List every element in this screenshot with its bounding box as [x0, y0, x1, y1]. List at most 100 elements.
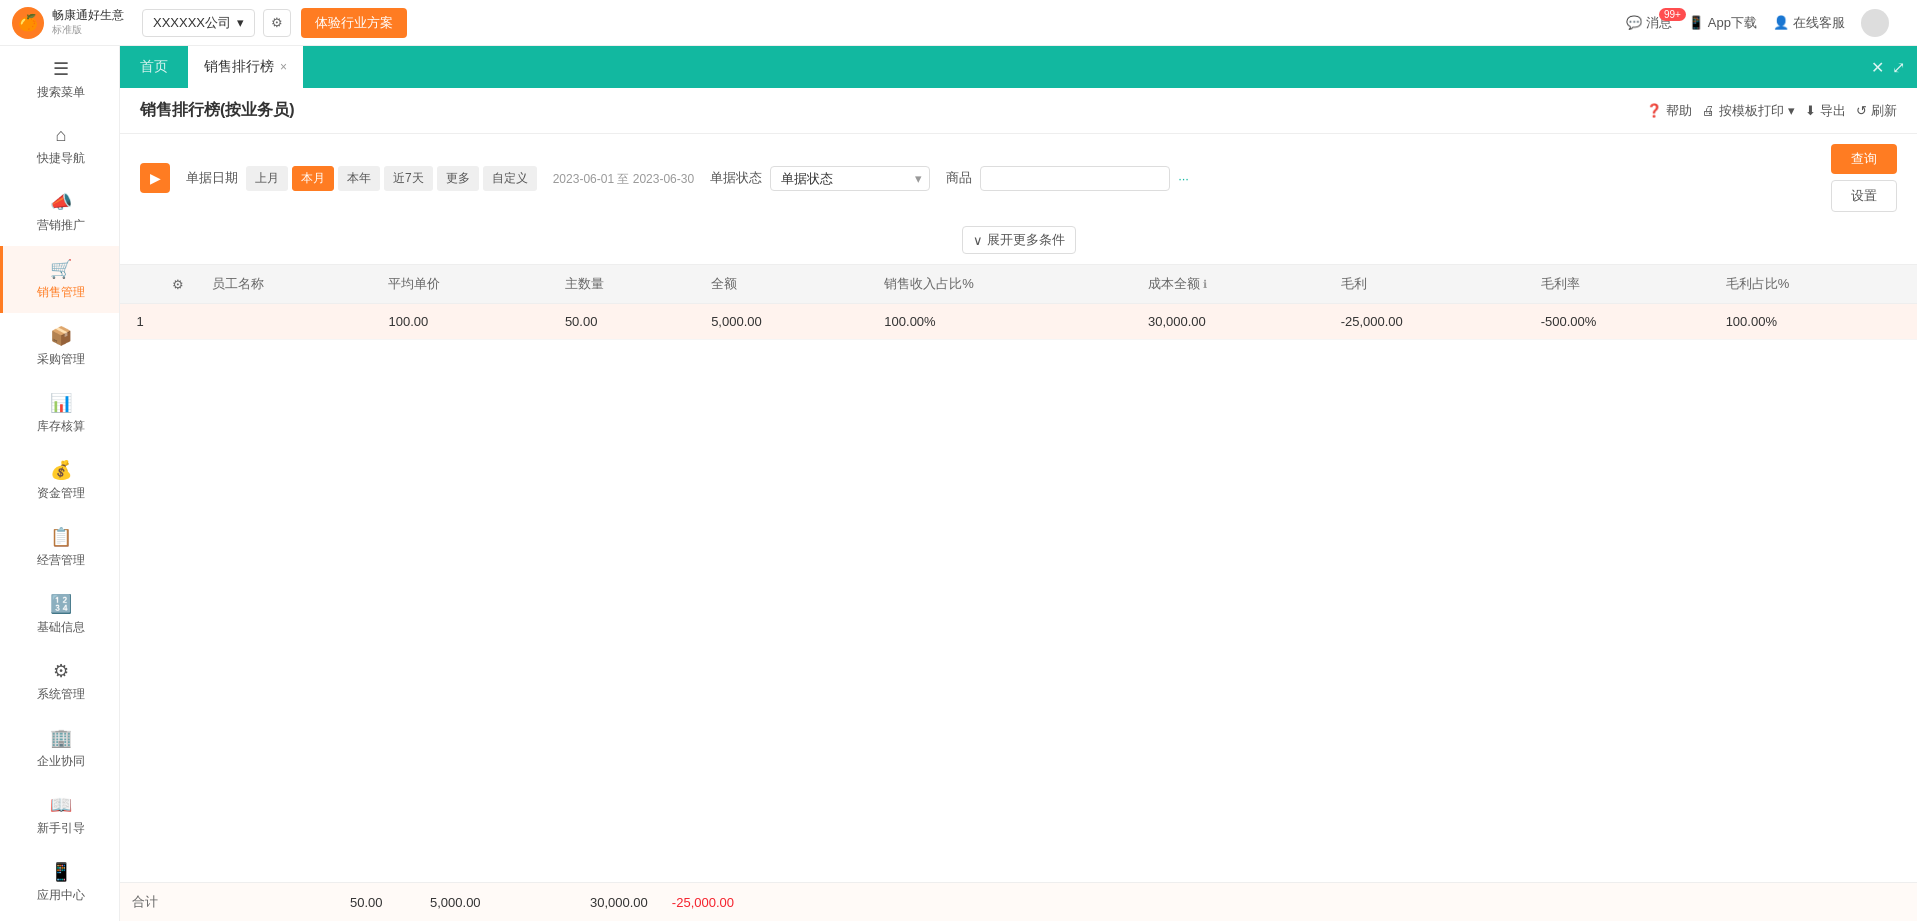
service-label: 在线客服	[1793, 14, 1845, 32]
more-filters-button[interactable]: ···	[1178, 171, 1189, 186]
app-download-button[interactable]: 📱 App下载	[1688, 14, 1757, 32]
sidebar-label-inventory: 库存核算	[37, 418, 85, 435]
cell-gross-rate: -500.00%	[1529, 304, 1714, 340]
sidebar-item-system[interactable]: ⚙ 系统管理	[0, 648, 119, 715]
goods-input[interactable]	[980, 166, 1170, 191]
print-button[interactable]: 🖨 按模板打印 ▾	[1702, 102, 1795, 120]
inventory-icon: 📊	[50, 392, 72, 414]
page-header: 销售排行榜(按业务员) ❓ 帮助 🖨 按模板打印 ▾ ⬇ 导出	[120, 88, 1917, 134]
tab-bar: 首页 销售排行榜 × ✕ ⤢	[120, 46, 1917, 88]
sidebar-item-sales[interactable]: 🛒 销售管理	[0, 246, 119, 313]
goods-filter-group: 商品 ···	[946, 166, 1189, 191]
sidebar-item-marketing[interactable]: 📣 营销推广	[0, 179, 119, 246]
filter-row-1: ▶ 单据日期 上月 本月 本年 近7天 更多 自定义	[140, 144, 1897, 212]
main-layout: ☰ 搜索菜单 ⌂ 快捷导航 📣 营销推广 🛒 销售管理 📦 采购管理 📊 库存核…	[0, 46, 1917, 921]
date-btn-custom[interactable]: 自定义	[483, 166, 537, 191]
date-btn-more[interactable]: 更多	[437, 166, 479, 191]
cell-gross-pct: 100.00%	[1714, 304, 1917, 340]
table-row: 1 100.00 50.00 5,000.00 100.00% 30,000.0…	[120, 304, 1917, 340]
sidebar-item-wechat[interactable]: 💬 企业微信	[0, 916, 119, 921]
chevron-down-icon: ▾	[237, 15, 244, 30]
tab-maximize-button[interactable]: ⤢	[1892, 58, 1905, 77]
sidebar-item-basic-info[interactable]: 🔢 基础信息	[0, 581, 119, 648]
date-range-area: 2023-06-01 至 2023-06-30	[553, 169, 694, 188]
sidebar-item-finance[interactable]: 💰 资金管理	[0, 447, 119, 514]
sidebar-item-purchase[interactable]: 📦 采购管理	[0, 313, 119, 380]
operations-icon: 📋	[50, 526, 72, 548]
app-version: 标准版	[52, 23, 124, 37]
online-service-button[interactable]: 👤 在线客服	[1773, 14, 1845, 32]
sidebar-item-operations[interactable]: 📋 经营管理	[0, 514, 119, 581]
tab-close-window-button[interactable]: ✕	[1871, 58, 1884, 77]
help-label: 帮助	[1666, 102, 1692, 120]
logo-area: 🍊 畅康通好生意 标准版	[12, 7, 132, 39]
col-gross-rate-header: 毛利率	[1529, 265, 1714, 304]
basic-info-icon: 🔢	[50, 593, 72, 615]
avatar[interactable]	[1861, 9, 1889, 37]
guide-icon: 📖	[50, 794, 72, 816]
sidebar-item-app-center[interactable]: 📱 应用中心	[0, 849, 119, 916]
help-button[interactable]: ❓ 帮助	[1646, 102, 1692, 120]
page-content: 销售排行榜(按业务员) ❓ 帮助 🖨 按模板打印 ▾ ⬇ 导出	[120, 88, 1917, 921]
company-name: XXXXXX公司	[153, 14, 231, 32]
expand-more-label: 展开更多条件	[987, 231, 1065, 249]
sidebar-label-enterprise: 企业协同	[37, 753, 85, 770]
col-gross-pct-header: 毛利占比%	[1714, 265, 1917, 304]
query-button[interactable]: 查询	[1831, 144, 1897, 174]
date-btn-this-month[interactable]: 本月	[292, 166, 334, 191]
date-btn-this-year[interactable]: 本年	[338, 166, 380, 191]
purchase-icon: 📦	[50, 325, 72, 347]
sidebar-item-inventory[interactable]: 📊 库存核算	[0, 380, 119, 447]
enterprise-icon: 🏢	[50, 727, 72, 749]
refresh-button[interactable]: ↺ 刷新	[1856, 102, 1897, 120]
message-button[interactable]: 💬 消息 99+	[1626, 14, 1672, 32]
expand-down-icon: ∨	[973, 233, 983, 248]
sidebar-item-guide[interactable]: 📖 新手引导	[0, 782, 119, 849]
footer-total-label: 合计	[132, 893, 158, 911]
search-menu-icon: ☰	[53, 58, 69, 80]
sidebar-item-quick-nav[interactable]: ⌂ 快捷导航	[0, 113, 119, 179]
trial-button[interactable]: 体验行业方案	[301, 8, 407, 38]
message-badge: 99+	[1659, 8, 1686, 21]
cell-name	[200, 304, 376, 340]
table-header-row: ⚙ 员工名称 平均单价 主数量 全额 销售收入占比% 成本全额 ℹ	[120, 265, 1917, 304]
sidebar-item-enterprise[interactable]: 🏢 企业协同	[0, 715, 119, 782]
settings-button[interactable]: 设置	[1831, 180, 1897, 212]
sidebar: ☰ 搜索菜单 ⌂ 快捷导航 📣 营销推广 🛒 销售管理 📦 采购管理 📊 库存核…	[0, 46, 120, 921]
cell-amount: 5,000.00	[699, 304, 872, 340]
date-btn-last-month[interactable]: 上月	[246, 166, 288, 191]
sidebar-item-search-orders[interactable]: ☰ 搜索菜单	[0, 46, 119, 113]
cost-header-wrap: 成本全额 ℹ	[1148, 275, 1207, 293]
sidebar-label-operations: 经营管理	[37, 552, 85, 569]
filter-expand-toggle[interactable]: ▶	[140, 163, 170, 193]
sidebar-label-guide: 新手引导	[37, 820, 85, 837]
sidebar-label-quick-nav: 快捷导航	[37, 150, 85, 167]
print-label: 按模板打印	[1719, 102, 1784, 120]
sidebar-label-finance: 资金管理	[37, 485, 85, 502]
expand-more-row: ∨ 展开更多条件	[140, 218, 1897, 254]
status-filter-group: 单据状态 单据状态	[710, 166, 930, 191]
tab-close-button[interactable]: ×	[280, 60, 287, 74]
export-button[interactable]: ⬇ 导出	[1805, 102, 1846, 120]
home-icon: ⌂	[56, 125, 67, 146]
footer-qty: 50.00	[338, 895, 418, 910]
cell-cost: 30,000.00	[1136, 304, 1329, 340]
table-footer: 合计 50.00 5,000.00 30,000.00 -25,000.00	[120, 882, 1917, 921]
col-avg-price-header: 平均单价	[376, 265, 552, 304]
message-icon: 💬	[1626, 15, 1642, 30]
tab-sales-ranking[interactable]: 销售排行榜 ×	[188, 46, 303, 88]
sidebar-label-search-orders: 搜索菜单	[37, 84, 85, 101]
tab-home[interactable]: 首页	[120, 46, 188, 88]
sidebar-label-system: 系统管理	[37, 686, 85, 703]
date-btn-7-days[interactable]: 近7天	[384, 166, 433, 191]
status-select-wrap: 单据状态	[770, 166, 930, 191]
sidebar-label-basic-info: 基础信息	[37, 619, 85, 636]
sidebar-label-app-center: 应用中心	[37, 887, 85, 904]
export-label: 导出	[1820, 102, 1846, 120]
col-settings-header[interactable]: ⚙	[160, 265, 200, 304]
status-select[interactable]: 单据状态	[770, 166, 930, 191]
expand-more-button[interactable]: ∨ 展开更多条件	[962, 226, 1076, 254]
company-settings-button[interactable]: ⚙	[263, 9, 291, 37]
print-icon: 🖨	[1702, 103, 1715, 118]
company-selector[interactable]: XXXXXX公司 ▾	[142, 9, 255, 37]
